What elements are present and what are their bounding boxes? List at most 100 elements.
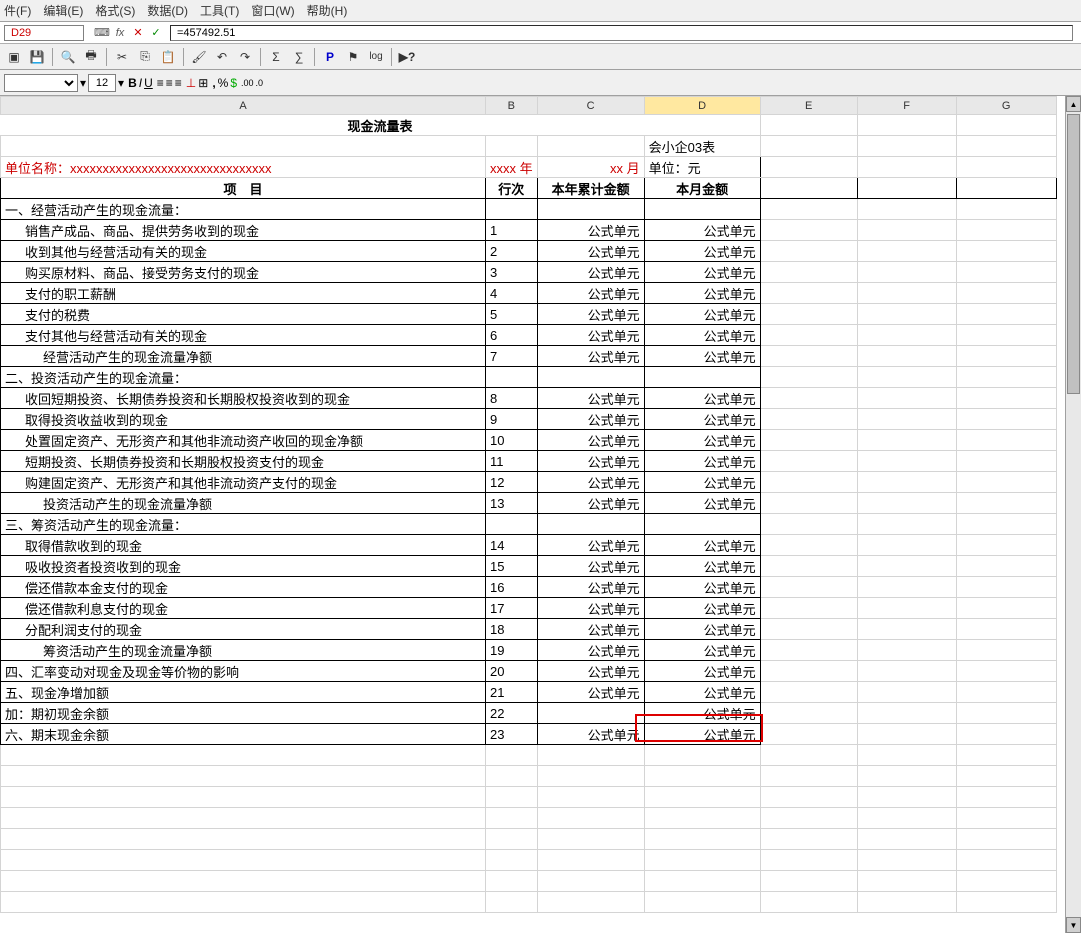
ytd-amount[interactable]: 公式单元: [537, 388, 644, 409]
cell[interactable]: [760, 367, 857, 388]
undo-icon[interactable]: ↶: [212, 47, 232, 67]
header-ytd[interactable]: 本年累计金额: [537, 178, 644, 199]
cell[interactable]: [486, 766, 538, 787]
line-number[interactable]: 7: [486, 346, 538, 367]
line-number[interactable]: [486, 514, 538, 535]
cell[interactable]: [857, 850, 956, 871]
brush-icon[interactable]: 🖌: [189, 47, 209, 67]
cell[interactable]: [644, 829, 760, 850]
menu-format[interactable]: 格式(S): [95, 2, 135, 19]
merge-icon[interactable]: ⊞: [198, 76, 208, 90]
line-number[interactable]: 16: [486, 577, 538, 598]
item-label[interactable]: 偿还借款利息支付的现金: [1, 598, 486, 619]
cell[interactable]: [956, 430, 1056, 451]
line-number[interactable]: [486, 199, 538, 220]
cell[interactable]: [857, 283, 956, 304]
line-number[interactable]: 20: [486, 661, 538, 682]
header-month[interactable]: 本月金额: [644, 178, 760, 199]
line-number[interactable]: 3: [486, 262, 538, 283]
cell[interactable]: [857, 703, 956, 724]
cell[interactable]: [760, 661, 857, 682]
cell[interactable]: [857, 514, 956, 535]
month-amount[interactable]: 公式单元: [644, 556, 760, 577]
item-label[interactable]: 吸收投资者投资收到的现金: [1, 556, 486, 577]
unit-name[interactable]: 单位名称：xxxxxxxxxxxxxxxxxxxxxxxxxxxxxxx: [1, 157, 486, 178]
cell[interactable]: [857, 766, 956, 787]
cell[interactable]: [857, 640, 956, 661]
line-number[interactable]: 4: [486, 283, 538, 304]
cell[interactable]: [760, 178, 857, 199]
fontsize-dropdown-icon[interactable]: ▾: [118, 76, 124, 90]
cell[interactable]: [956, 115, 1056, 136]
line-number[interactable]: 2: [486, 241, 538, 262]
scroll-down-icon[interactable]: ▼: [1066, 917, 1081, 933]
item-label[interactable]: 二、投资活动产生的现金流量：: [1, 367, 486, 388]
cell[interactable]: [760, 703, 857, 724]
cell[interactable]: [760, 304, 857, 325]
cell[interactable]: [1, 829, 486, 850]
cell[interactable]: [857, 829, 956, 850]
ytd-amount[interactable]: 公式单元: [537, 451, 644, 472]
cell[interactable]: [956, 703, 1056, 724]
cell[interactable]: [537, 745, 644, 766]
cell[interactable]: [857, 409, 956, 430]
cell[interactable]: [857, 724, 956, 745]
cell[interactable]: [857, 304, 956, 325]
cell[interactable]: [1, 787, 486, 808]
comma-icon[interactable]: ,: [212, 76, 215, 90]
cell[interactable]: [760, 829, 857, 850]
month-amount[interactable]: 公式单元: [644, 220, 760, 241]
currency-icon[interactable]: $: [230, 76, 237, 90]
cell[interactable]: [760, 199, 857, 220]
check-icon[interactable]: ✓: [148, 25, 164, 41]
line-number[interactable]: 23: [486, 724, 538, 745]
ytd-amount[interactable]: 公式单元: [537, 556, 644, 577]
cell[interactable]: [644, 745, 760, 766]
cell[interactable]: [857, 220, 956, 241]
ytd-amount[interactable]: 公式单元: [537, 430, 644, 451]
align-left-icon[interactable]: ≡: [157, 76, 164, 90]
cell[interactable]: [760, 136, 857, 157]
cancel-icon[interactable]: ✕: [130, 25, 146, 41]
line-number[interactable]: 11: [486, 451, 538, 472]
cell[interactable]: [956, 535, 1056, 556]
cell[interactable]: [956, 157, 1056, 178]
line-number[interactable]: 5: [486, 304, 538, 325]
cell[interactable]: [1, 136, 486, 157]
cell[interactable]: [956, 787, 1056, 808]
spreadsheet-grid[interactable]: ABCDEFG 现金流量表会小企03表单位名称：xxxxxxxxxxxxxxxx…: [0, 96, 1057, 913]
cell[interactable]: [857, 661, 956, 682]
cell[interactable]: [537, 766, 644, 787]
item-label[interactable]: 支付的职工薪酬: [1, 283, 486, 304]
menu-tools[interactable]: 工具(T): [200, 2, 239, 19]
cell[interactable]: [956, 136, 1056, 157]
cell[interactable]: [857, 346, 956, 367]
col-header-C[interactable]: C: [537, 97, 644, 115]
line-number[interactable]: 10: [486, 430, 538, 451]
cell[interactable]: [486, 136, 538, 157]
cell[interactable]: [644, 808, 760, 829]
cell[interactable]: [956, 220, 1056, 241]
menu-data[interactable]: 数据(D): [147, 2, 188, 19]
align-center-icon[interactable]: ≡: [166, 76, 173, 90]
cell[interactable]: [760, 640, 857, 661]
dec-dec-icon[interactable]: .0: [256, 78, 264, 88]
cell[interactable]: [956, 409, 1056, 430]
print-icon[interactable]: 🖶: [81, 47, 101, 67]
cell[interactable]: [956, 682, 1056, 703]
cell[interactable]: [857, 892, 956, 913]
form-number[interactable]: 会小企03表: [644, 136, 760, 157]
ytd-amount[interactable]: [537, 703, 644, 724]
cell[interactable]: [956, 577, 1056, 598]
item-label[interactable]: 销售产成品、商品、提供劳务收到的现金: [1, 220, 486, 241]
cell[interactable]: [956, 640, 1056, 661]
cell[interactable]: [956, 451, 1056, 472]
item-label[interactable]: 经营活动产生的现金流量净额: [1, 346, 486, 367]
item-label[interactable]: 加：期初现金余额: [1, 703, 486, 724]
cell[interactable]: [1, 745, 486, 766]
cell[interactable]: [760, 787, 857, 808]
cell[interactable]: [956, 283, 1056, 304]
scroll-thumb[interactable]: [1067, 114, 1080, 394]
ytd-amount[interactable]: [537, 514, 644, 535]
month-amount[interactable]: [644, 514, 760, 535]
